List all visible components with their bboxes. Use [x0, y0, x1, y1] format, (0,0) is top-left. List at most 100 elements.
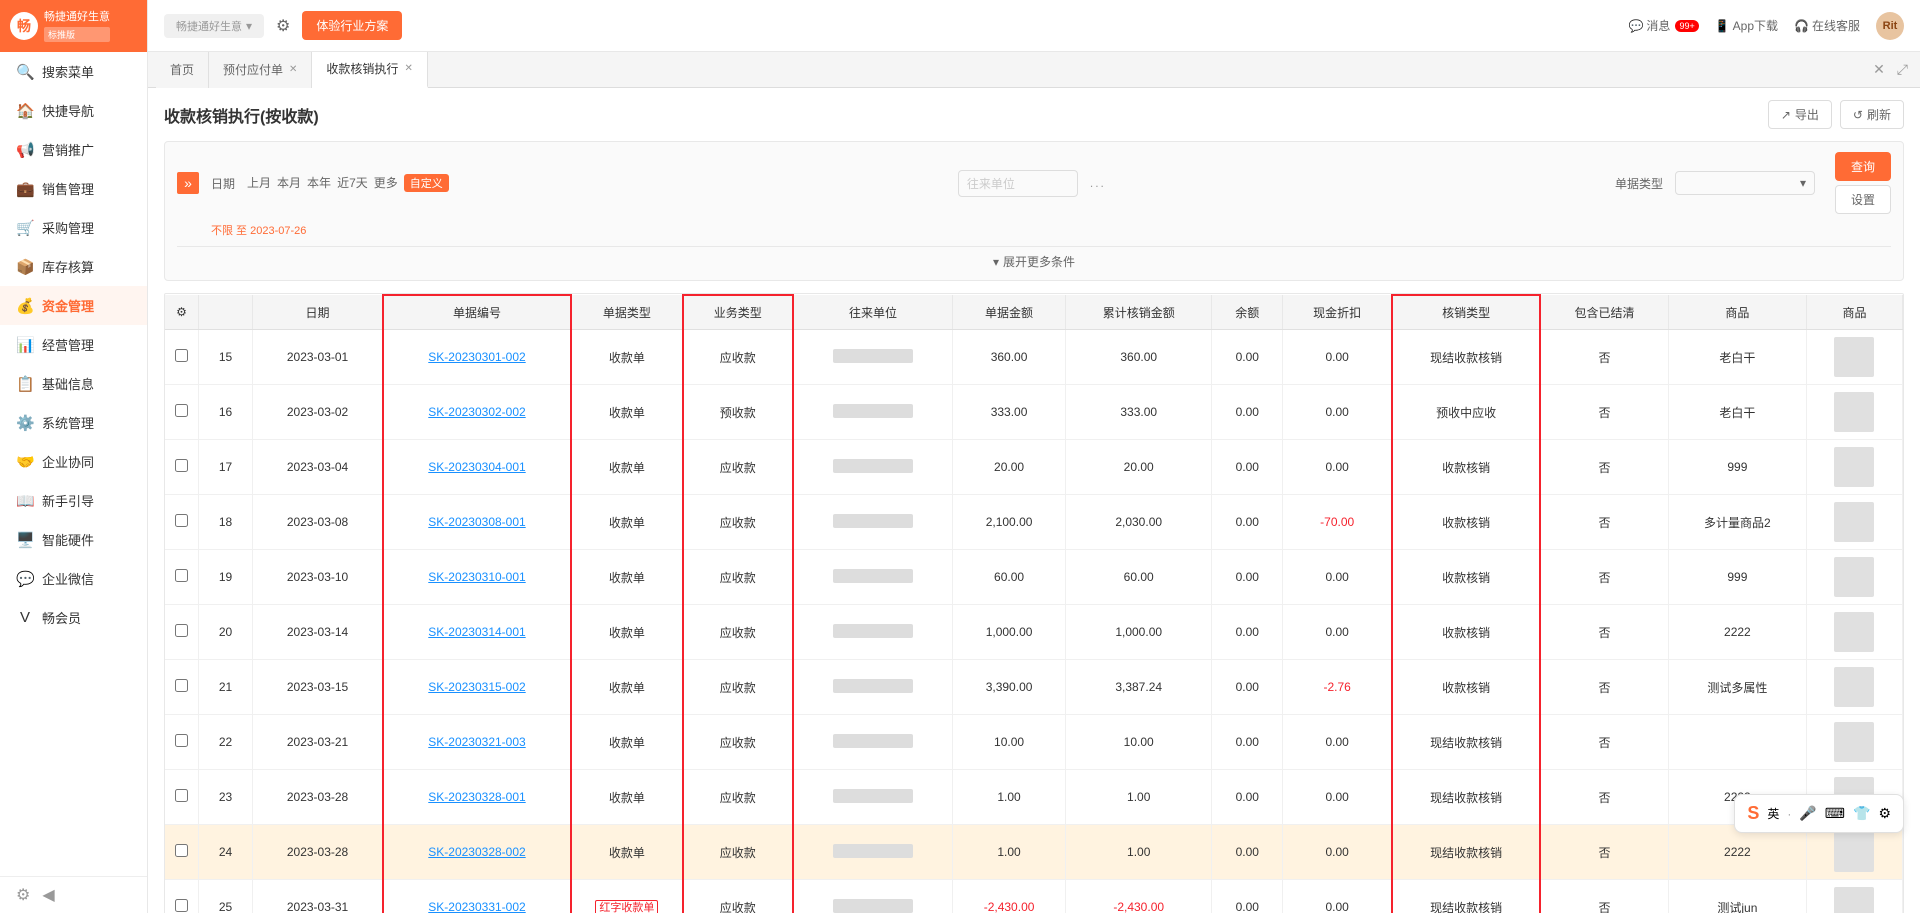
tab-home[interactable]: 首页 [156, 52, 209, 88]
filter-toggle-btn[interactable]: » [177, 172, 199, 194]
voucher-no-link[interactable]: SK-20230321-003 [428, 735, 525, 749]
cell-voucher-no[interactable]: SK-20230321-003 [383, 715, 571, 770]
sidebar-item-guide[interactable]: 📖 新手引导 [0, 481, 147, 520]
cell-checkbox[interactable] [165, 605, 199, 660]
cell-cash-discount: 0.00 [1283, 880, 1392, 913]
breadcrumb-selector[interactable]: 畅捷通好生意 ▾ [164, 14, 264, 38]
sidebar-item-operation[interactable]: 📊 经营管理 [0, 325, 147, 364]
col-settings[interactable]: ⚙ [165, 295, 199, 330]
cell-amount: 60.00 [953, 550, 1066, 605]
gear-icon[interactable]: ⚙ [276, 16, 290, 36]
message-item[interactable]: 💬 消息 99+ [1628, 17, 1698, 34]
collapse-icon[interactable]: ◀ [42, 885, 54, 905]
settings-btn[interactable]: 设置 [1835, 185, 1891, 214]
cell-voucher-no[interactable]: SK-20230328-001 [383, 770, 571, 825]
tab-prepay[interactable]: 预付应付单 ✕ [209, 52, 312, 88]
tab-receipt-close[interactable]: ✕ [404, 63, 412, 74]
export-btn[interactable]: ↗ 导出 [1768, 100, 1832, 129]
sidebar-item-wechat[interactable]: 💬 企业微信 [0, 559, 147, 598]
cell-voucher-no[interactable]: SK-20230331-002 [383, 880, 571, 913]
sidebar-item-basic[interactable]: 📋 基础信息 [0, 364, 147, 403]
voucher-no-link[interactable]: SK-20230328-001 [428, 790, 525, 804]
cell-voucher-no[interactable]: SK-20230302-002 [383, 385, 571, 440]
cell-checkbox[interactable] [165, 880, 199, 913]
cell-checkbox[interactable] [165, 385, 199, 440]
cell-checkbox[interactable] [165, 660, 199, 715]
date-last-month[interactable]: 上月 [247, 174, 271, 192]
widget-apps-icon[interactable]: ⚙ [1878, 805, 1891, 822]
industry-btn[interactable]: 体验行业方案 [302, 11, 402, 40]
voucher-no-link[interactable]: SK-20230315-002 [428, 680, 525, 694]
tab-close-btn[interactable]: ✕ [1869, 61, 1889, 78]
voucher-no-link[interactable]: SK-20230310-001 [428, 570, 525, 584]
voucher-no-link[interactable]: SK-20230308-001 [428, 515, 525, 529]
sidebar-item-inventory[interactable]: 📦 库存核算 [0, 247, 147, 286]
tab-receipt-label: 收款核销执行 [326, 60, 398, 77]
refresh-btn[interactable]: ↺ 刷新 [1840, 100, 1904, 129]
widget-english-icon[interactable]: 英 [1767, 805, 1779, 822]
search-icon: 🔍 [16, 63, 34, 81]
voucher-no-link[interactable]: SK-20230331-002 [428, 900, 525, 913]
tab-prepay-close[interactable]: ✕ [289, 64, 297, 75]
voucher-no-link[interactable]: SK-20230302-002 [428, 405, 525, 419]
cell-cancel-type: 现结收款核销 [1392, 330, 1540, 385]
service-item[interactable]: 🎧 在线客服 [1794, 17, 1860, 34]
cell-balance: 0.00 [1212, 330, 1283, 385]
cell-checkbox[interactable] [165, 330, 199, 385]
cell-voucher-no[interactable]: SK-20230301-002 [383, 330, 571, 385]
sidebar-item-member[interactable]: V 畅会员 [0, 598, 147, 637]
cell-checkbox[interactable] [165, 495, 199, 550]
widget-keyboard-icon[interactable]: ⌨ [1825, 805, 1845, 822]
sidebar-item-hardware[interactable]: 🖥️ 智能硬件 [0, 520, 147, 559]
sidebar-item-system[interactable]: ⚙️ 系统管理 [0, 403, 147, 442]
tab-fullscreen-btn[interactable]: ⤢ [1893, 61, 1912, 78]
widget-mic-icon[interactable]: 🎤 [1799, 805, 1816, 822]
date-7days[interactable]: 近7天 [337, 174, 368, 192]
cell-counterpart [793, 660, 953, 715]
voucher-no-link[interactable]: SK-20230301-002 [428, 350, 525, 364]
voucher-type-select[interactable]: ▾ [1675, 171, 1815, 195]
voucher-no-link[interactable]: SK-20230304-001 [428, 460, 525, 474]
sidebar-item-sales[interactable]: 💼 销售管理 [0, 169, 147, 208]
enterprise-icon: 🤝 [16, 453, 34, 471]
expand-more-btn[interactable]: ▾ 展开更多条件 [177, 246, 1891, 270]
logo-badge: 标推版 [44, 27, 110, 42]
widget-shirt-icon[interactable]: 👕 [1853, 805, 1870, 822]
date-this-year[interactable]: 本年 [307, 174, 331, 192]
cell-cancel-type: 预收中应收 [1392, 385, 1540, 440]
cell-voucher-no[interactable]: SK-20230315-002 [383, 660, 571, 715]
sidebar-item-quick[interactable]: 🏠 快捷导航 [0, 91, 147, 130]
sidebar-item-purchase[interactable]: 🛒 采购管理 [0, 208, 147, 247]
cell-checkbox[interactable] [165, 715, 199, 770]
voucher-no-link[interactable]: SK-20230314-001 [428, 625, 525, 639]
settings-icon[interactable]: ⚙ [16, 885, 30, 905]
cell-checkbox[interactable] [165, 550, 199, 605]
voucher-no-link[interactable]: SK-20230328-002 [428, 845, 525, 859]
date-this-month[interactable]: 本月 [277, 174, 301, 192]
cell-checkbox[interactable] [165, 825, 199, 880]
sidebar-item-enterprise[interactable]: 🤝 企业协同 [0, 442, 147, 481]
cell-voucher-no[interactable]: SK-20230304-001 [383, 440, 571, 495]
cell-counterpart [793, 715, 953, 770]
cell-voucher-no[interactable]: SK-20230308-001 [383, 495, 571, 550]
app-download-item[interactable]: 📱 App下载 [1715, 17, 1778, 34]
sidebar-item-search[interactable]: 🔍 搜索菜单 [0, 52, 147, 91]
tab-receipt[interactable]: 收款核销执行 ✕ [312, 52, 427, 88]
cell-voucher-no[interactable]: SK-20230314-001 [383, 605, 571, 660]
query-btn[interactable]: 查询 [1835, 152, 1891, 181]
avatar[interactable]: Rit [1876, 12, 1904, 40]
table-row: 22 2023-03-21 SK-20230321-003 收款单 应收款 10… [165, 715, 1903, 770]
sidebar-item-finance[interactable]: 💰 资金管理 [0, 286, 147, 325]
service-label: 在线客服 [1812, 17, 1860, 34]
date-more[interactable]: 更多 [374, 174, 398, 192]
cell-voucher-no[interactable]: SK-20230328-002 [383, 825, 571, 880]
cell-checkbox[interactable] [165, 440, 199, 495]
cell-date: 2023-03-04 [253, 440, 383, 495]
date-custom[interactable]: 自定义 [404, 174, 449, 192]
sidebar-item-label: 采购管理 [42, 218, 94, 237]
main-area: 畅捷通好生意 ▾ ⚙ 体验行业方案 💬 消息 99+ 📱 App下载 🎧 在线客… [148, 0, 1920, 913]
counterpart-input[interactable]: 往来单位 [958, 170, 1078, 197]
cell-checkbox[interactable] [165, 770, 199, 825]
sidebar-item-marketing[interactable]: 📢 营销推广 [0, 130, 147, 169]
cell-voucher-no[interactable]: SK-20230310-001 [383, 550, 571, 605]
